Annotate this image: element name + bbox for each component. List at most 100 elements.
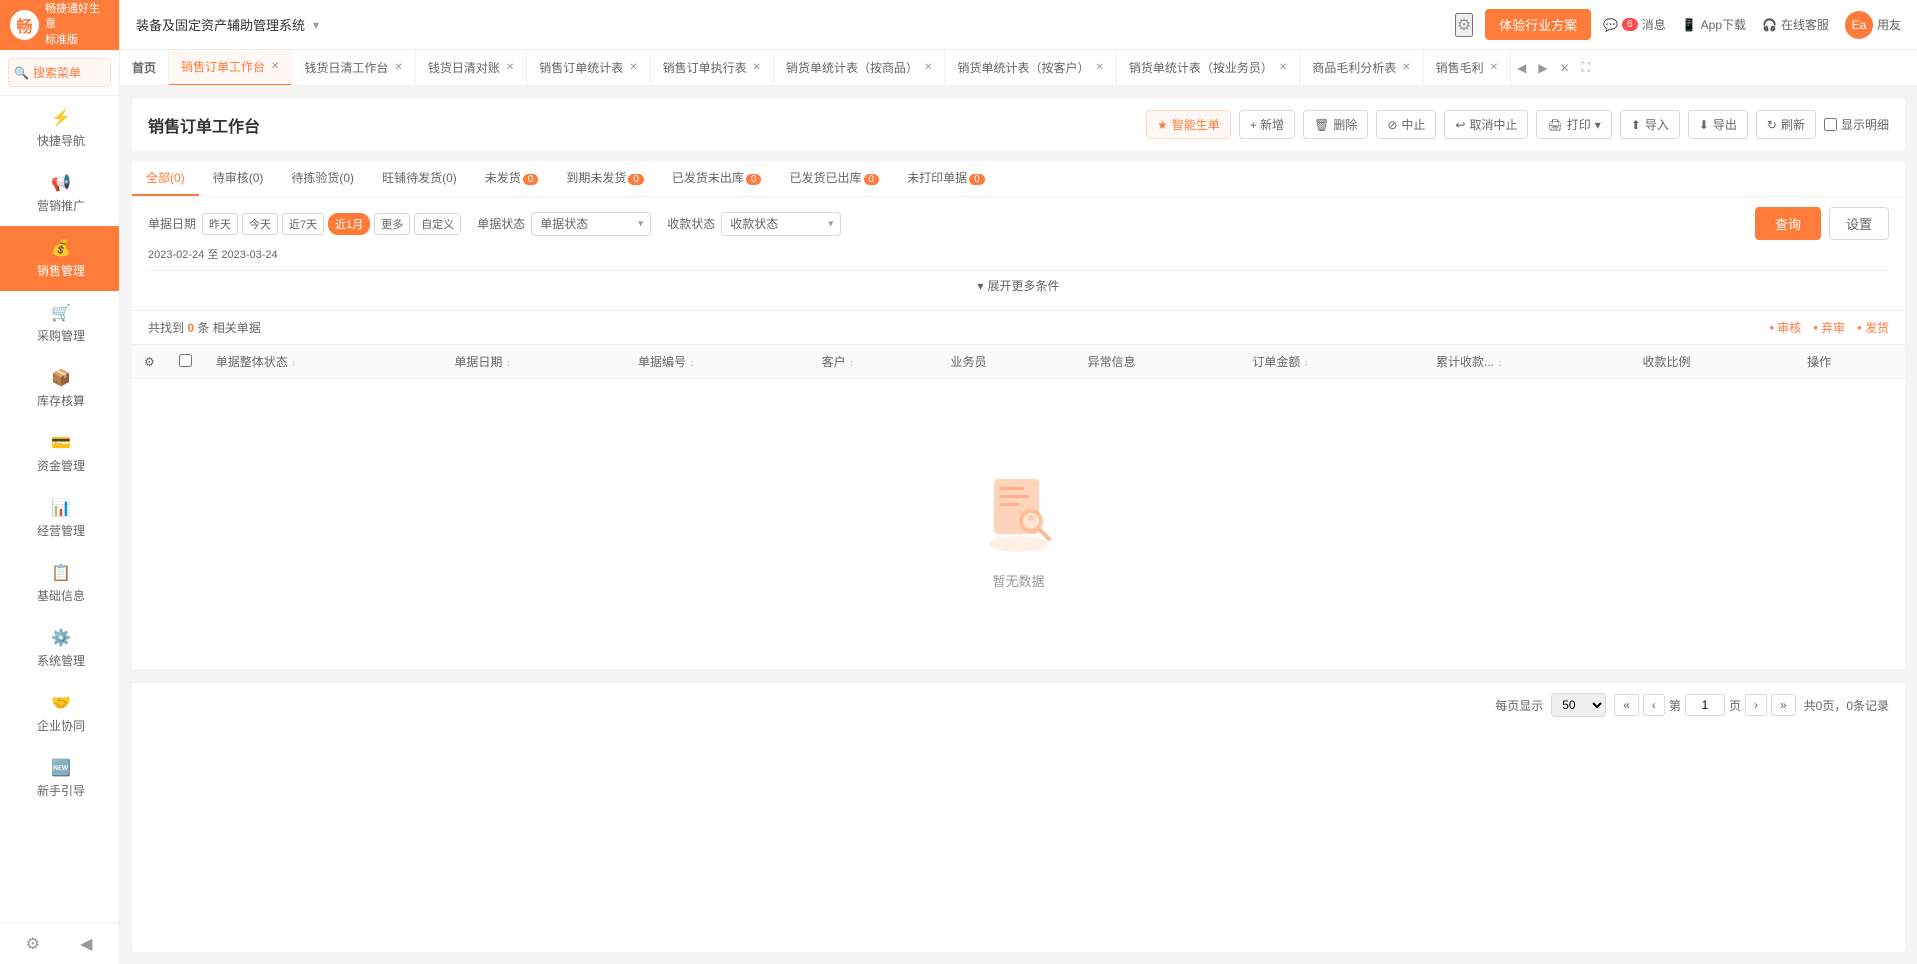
sidebar-item-purchase[interactable]: 🛒 采购管理 (0, 291, 119, 356)
delete-button[interactable]: 🗑 删除 (1303, 110, 1368, 139)
date-custom-btn[interactable]: 自定义 (414, 213, 461, 235)
set-button[interactable]: 设置 (1829, 207, 1889, 240)
filter-tab-unshipped[interactable]: 未发货0 (471, 161, 553, 196)
sidebar-settings-button[interactable]: ⚙ (10, 934, 56, 954)
ship-action-btn[interactable]: 发货 (1857, 319, 1889, 336)
filter-tab-wangpu-ship[interactable]: 旺铺待发货(0) (368, 161, 471, 196)
col-staff[interactable]: 业务员 (938, 345, 1075, 379)
status-select[interactable]: 单据状态 (531, 212, 651, 236)
next-page-btn[interactable]: › (1745, 694, 1767, 716)
solution-button[interactable]: 体验行业方案 (1485, 9, 1591, 40)
print-button[interactable]: 🖨 打印 ▾ (1536, 110, 1611, 139)
tab-close-sales-customer[interactable]: ✕ (1095, 62, 1103, 73)
sidebar-item-operation[interactable]: 📊 经营管理 (0, 486, 119, 551)
tab-close-sales-product[interactable]: ✕ (924, 62, 932, 73)
sidebar-item-finance[interactable]: 💳 资金管理 (0, 421, 119, 486)
horizontal-scrollbar[interactable] (132, 670, 1905, 682)
tab-next-button[interactable]: ▶ (1532, 61, 1553, 75)
filter-tab-pending-review[interactable]: 待审核(0) (199, 161, 278, 196)
import-button[interactable]: ⬆ 导入 (1620, 110, 1680, 139)
expand-btn[interactable]: ▾ 展开更多条件 (148, 270, 1889, 300)
date-1month-btn[interactable]: 近1月 (328, 213, 370, 235)
sidebar-item-inventory[interactable]: 📦 库存核算 (0, 356, 119, 421)
topbar-dropdown-icon: ▾ (313, 18, 319, 32)
tab-fullscreen-button[interactable]: ⛶ (1576, 60, 1596, 75)
topbar-settings-button[interactable]: ⚙ (1455, 13, 1473, 37)
search-menu-button[interactable]: 🔍 搜索菜单 (8, 58, 111, 87)
user-menu-button[interactable]: Ea 用友 (1845, 11, 1901, 39)
refresh-button[interactable]: ↻ 刷新 (1756, 110, 1816, 139)
sidebar-item-coop[interactable]: 🤝 企业协同 (0, 681, 119, 746)
date-yesterday-btn[interactable]: 昨天 (202, 213, 238, 235)
col-amount[interactable]: 订单金额 ↕ (1240, 345, 1424, 379)
col-date[interactable]: 单据日期 ↕ (442, 345, 626, 379)
col-operate: 操作 (1795, 345, 1905, 379)
col-settings[interactable]: ⚙ (132, 345, 167, 379)
sidebar-logo: 畅 畅捷通好生意 标准版 (0, 0, 119, 50)
prev-page-btn[interactable]: ‹ (1643, 694, 1665, 716)
sidebar-item-guide[interactable]: 🆕 新手引导 (0, 746, 119, 811)
query-button[interactable]: 查询 (1755, 207, 1821, 240)
tab-sales-profit[interactable]: 销售毛利 ✕ (1424, 50, 1511, 86)
tab-sales-customer[interactable]: 销货单统计表（按客户） ✕ (945, 50, 1116, 86)
smart-create-button[interactable]: ★ 智能生单 (1146, 110, 1231, 139)
col-number[interactable]: 单据编号 ↕ (626, 345, 810, 379)
app-download-button[interactable]: 📱 App下载 (1682, 16, 1746, 33)
date-today-btn[interactable]: 今天 (242, 213, 278, 235)
export-button[interactable]: ⬇ 导出 (1688, 110, 1748, 139)
filter-tab-expired-ship[interactable]: 到期未发货0 (552, 161, 658, 196)
tab-margin-analysis[interactable]: 商品毛利分析表 ✕ (1300, 50, 1423, 86)
table-section: 全部(0) 待审核(0) 待拣验货(0) 旺铺待发货(0) 未发货0 到期未发货… (132, 161, 1905, 952)
tab-close-sales-staff[interactable]: ✕ (1279, 62, 1287, 73)
sidebar-item-basicinfo[interactable]: 📋 基础信息 (0, 551, 119, 616)
tab-prev-button[interactable]: ◀ (1511, 61, 1532, 75)
per-page-select[interactable]: 50 10 20 100 (1551, 693, 1606, 717)
message-button[interactable]: 💬 6 消息 (1603, 16, 1666, 33)
select-all-checkbox[interactable] (179, 354, 192, 367)
sidebar-collapse-button[interactable]: ◀ (64, 934, 110, 954)
col-customer[interactable]: 客户 ↕ (810, 345, 939, 379)
tab-home[interactable]: 首页 (120, 50, 169, 86)
tab-close-cash-daily[interactable]: ✕ (394, 62, 402, 73)
payment-select[interactable]: 收款状态 (721, 212, 841, 236)
col-collected[interactable]: 累计收款... ↕ (1424, 345, 1631, 379)
cancel-review-action-btn[interactable]: 弃审 (1813, 319, 1845, 336)
tab-close-margin[interactable]: ✕ (1402, 62, 1410, 73)
last-page-btn[interactable]: » (1771, 694, 1796, 716)
tab-close-all-button[interactable]: ✕ (1554, 61, 1576, 75)
filter-tab-unprinted[interactable]: 未打印单据0 (893, 161, 999, 196)
tab-cash-daily[interactable]: 钱货日清工作台 ✕ (292, 50, 415, 86)
tab-close-sales-exec[interactable]: ✕ (753, 62, 761, 73)
new-button[interactable]: + 新增 (1239, 110, 1295, 139)
online-service-button[interactable]: 🎧 在线客服 (1762, 16, 1829, 33)
filter-tab-all[interactable]: 全部(0) (132, 161, 199, 196)
date-more-btn[interactable]: 更多 (374, 213, 410, 235)
tab-close-profit[interactable]: ✕ (1490, 62, 1498, 73)
show-detail-checkbox[interactable] (1824, 118, 1837, 131)
sidebar-item-system[interactable]: ⚙️ 系统管理 (0, 616, 119, 681)
date-7days-btn[interactable]: 近7天 (282, 213, 324, 235)
tab-close-cash-reconcile[interactable]: ✕ (506, 62, 514, 73)
filter-tab-pending-inspect[interactable]: 待拣验货(0) (277, 161, 368, 196)
page-input[interactable] (1685, 694, 1725, 716)
tab-close-sales-stats[interactable]: ✕ (629, 62, 637, 73)
filter-tab-shipped-not-out[interactable]: 已发货未出库0 (658, 161, 776, 196)
refresh-icon: ↻ (1767, 118, 1777, 132)
col-status[interactable]: 单据整体状态 ↕ (204, 345, 443, 379)
tab-sales-staff[interactable]: 销货单统计表（按业务员） ✕ (1117, 50, 1300, 86)
review-action-btn[interactable]: 审核 (1769, 319, 1801, 336)
sidebar-item-sales[interactable]: 💰 销售管理 (0, 226, 119, 291)
cancel-suspend-button[interactable]: ↩ 取消中止 (1444, 110, 1528, 139)
suspend-button[interactable]: ⊘ 中止 (1376, 110, 1436, 139)
tab-sales-stats[interactable]: 销售订单统计表 ✕ (527, 50, 650, 86)
tab-sales-product[interactable]: 销货单统计表（按商品） ✕ (774, 50, 945, 86)
sidebar-item-quicknav[interactable]: ⚡ 快捷导航 (0, 96, 119, 161)
tab-close-sales-workbench[interactable]: ✕ (271, 61, 279, 72)
tab-sales-workbench[interactable]: 销售订单工作台 ✕ (169, 50, 292, 86)
filter-tab-shipped-out[interactable]: 已发货已出库0 (775, 161, 893, 196)
tab-cash-reconcile[interactable]: 钱货日清对账 ✕ (416, 50, 527, 86)
show-detail-label[interactable]: 显示明细 (1824, 116, 1889, 133)
sidebar-item-marketing[interactable]: 📢 营销推广 (0, 161, 119, 226)
tab-sales-exec[interactable]: 销售订单执行表 ✕ (651, 50, 774, 86)
first-page-btn[interactable]: « (1614, 694, 1639, 716)
